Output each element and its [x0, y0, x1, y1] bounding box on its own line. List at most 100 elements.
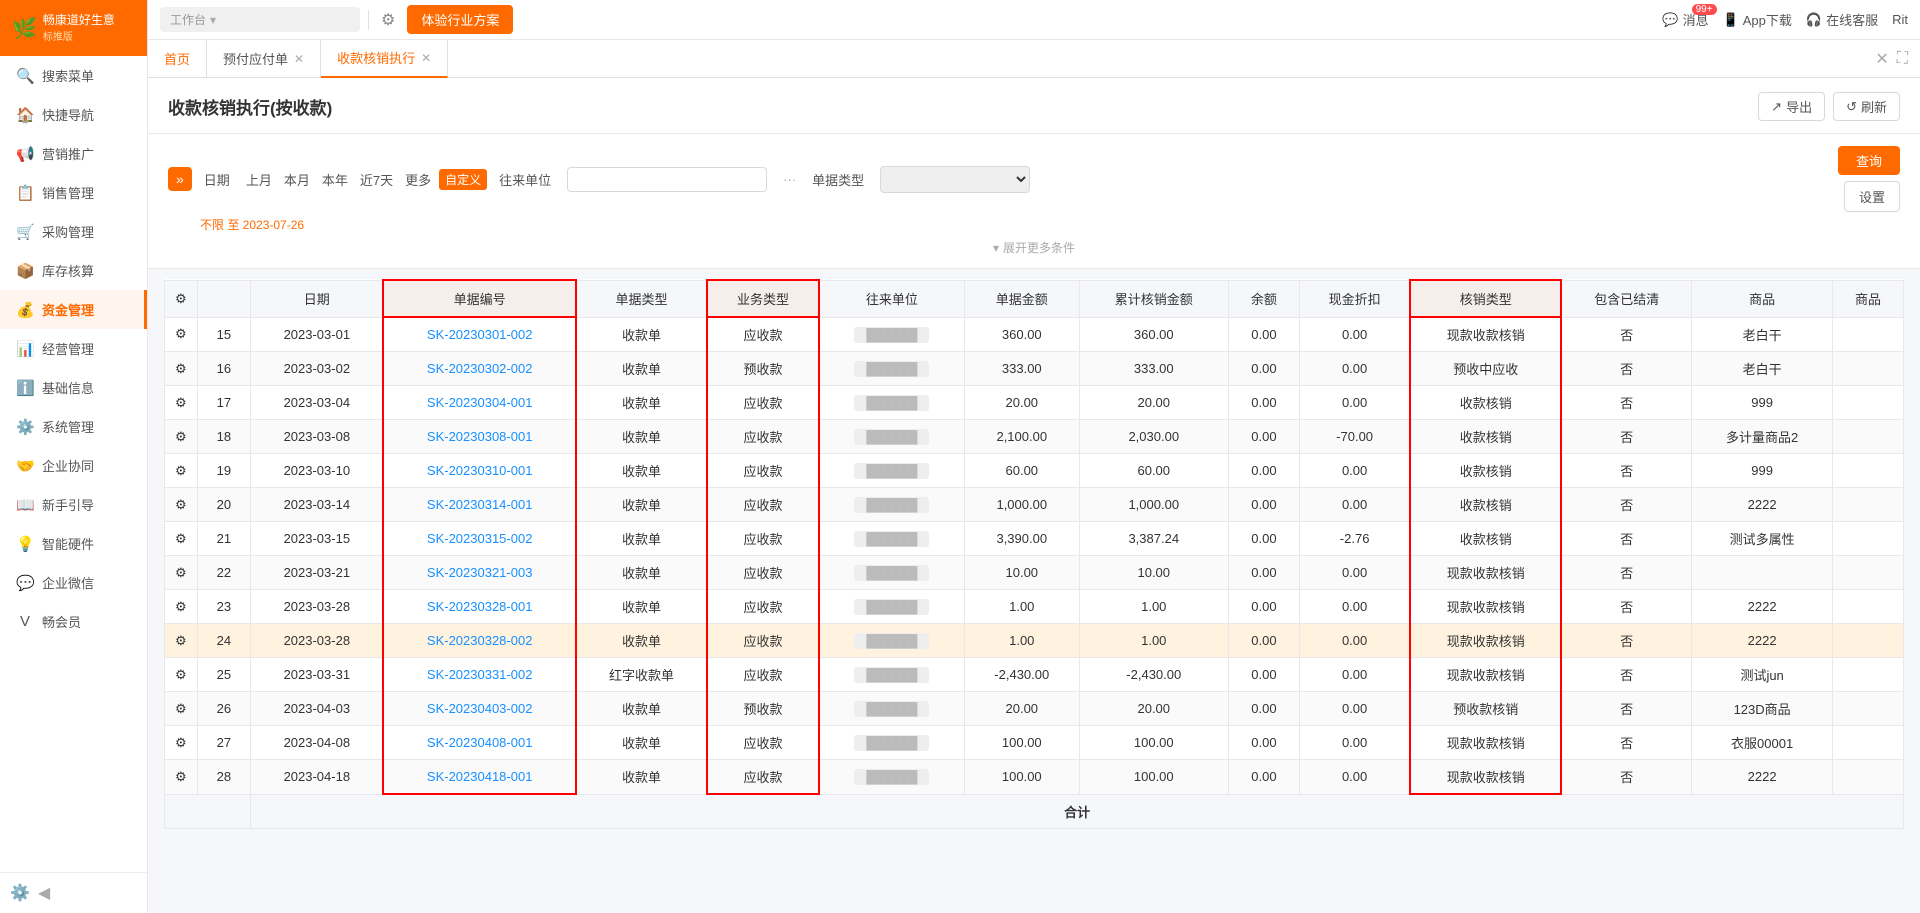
billno-cell[interactable]: SK-20230308-001 — [383, 420, 575, 454]
tab-close-prepay[interactable]: ✕ — [294, 52, 304, 66]
billno-cell[interactable]: SK-20230301-002 — [383, 317, 575, 352]
sidebar-item-member[interactable]: V畅会员 — [0, 602, 147, 641]
workspace-selector[interactable]: 工作台 ▾ — [160, 7, 360, 32]
sidebar-item-corp[interactable]: 🤝企业协同 — [0, 446, 147, 485]
table-row[interactable]: ⚙ 24 2023-03-28 SK-20230328-002 收款单 应收款 … — [165, 624, 1904, 658]
message-button[interactable]: 💬 消息 99+ — [1662, 10, 1708, 29]
billno-link[interactable]: SK-20230328-002 — [427, 633, 533, 648]
this-month-btn[interactable]: 本月 — [280, 168, 314, 191]
billno-cell[interactable]: SK-20230314-001 — [383, 488, 575, 522]
billno-cell[interactable]: SK-20230302-002 — [383, 352, 575, 386]
billno-link[interactable]: SK-20230314-001 — [427, 497, 533, 512]
counterpart-column-header[interactable]: 往来单位 — [819, 280, 965, 317]
billno-link[interactable]: SK-20230308-001 — [427, 429, 533, 444]
billno-link[interactable]: SK-20230403-002 — [427, 701, 533, 716]
table-row[interactable]: ⚙ 18 2023-03-08 SK-20230308-001 收款单 应收款 … — [165, 420, 1904, 454]
sidebar-item-basic[interactable]: ℹ️基础信息 — [0, 368, 147, 407]
billno-cell[interactable]: SK-20230328-002 — [383, 624, 575, 658]
sidebar-item-system[interactable]: ⚙️系统管理 — [0, 407, 147, 446]
tab-prepay[interactable]: 预付应付单✕ — [207, 40, 321, 78]
last-7-days-btn[interactable]: 近7天 — [356, 168, 397, 191]
sidebar-item-marketing[interactable]: 📢营销推广 — [0, 134, 147, 173]
billno-cell[interactable]: SK-20230315-002 — [383, 522, 575, 556]
sidebar-item-quicknav[interactable]: 🏠快捷导航 — [0, 95, 147, 134]
table-row[interactable]: ⚙ 20 2023-03-14 SK-20230314-001 收款单 应收款 … — [165, 488, 1904, 522]
table-row[interactable]: ⚙ 23 2023-03-28 SK-20230328-001 收款单 应收款 … — [165, 590, 1904, 624]
custom-date-btn[interactable]: 自定义 — [439, 169, 487, 190]
table-row[interactable]: ⚙ 28 2023-04-18 SK-20230418-001 收款单 应收款 … — [165, 760, 1904, 795]
product2-column-header[interactable]: 商品 — [1832, 280, 1903, 317]
gear-cell[interactable]: ⚙ — [165, 420, 198, 454]
table-row[interactable]: ⚙ 16 2023-03-02 SK-20230302-002 收款单 预收款 … — [165, 352, 1904, 386]
billno-link[interactable]: SK-20230328-001 — [427, 599, 533, 614]
sidebar-item-search[interactable]: 🔍搜索菜单 — [0, 56, 147, 95]
sidebar-item-hardware[interactable]: 💡智能硬件 — [0, 524, 147, 563]
app-download-button[interactable]: 📱 App下载 — [1723, 10, 1792, 29]
maximize-icon[interactable]: ⛶ — [1897, 50, 1908, 68]
gear-cell[interactable]: ⚙ — [165, 760, 198, 795]
date-column-header[interactable]: 日期 — [251, 280, 384, 317]
industry-solution-button[interactable]: 体验行业方案 — [407, 5, 513, 34]
table-row[interactable]: ⚙ 19 2023-03-10 SK-20230310-001 收款单 应收款 … — [165, 454, 1904, 488]
tab-collection[interactable]: 收款核销执行✕ — [321, 40, 448, 78]
billno-link[interactable]: SK-20230302-002 — [427, 361, 533, 376]
gear-cell[interactable]: ⚙ — [165, 556, 198, 590]
online-service-button[interactable]: 🎧 在线客服 — [1806, 10, 1878, 29]
billno-cell[interactable]: SK-20230310-001 — [383, 454, 575, 488]
table-row[interactable]: ⚙ 15 2023-03-01 SK-20230301-002 收款单 应收款 … — [165, 317, 1904, 352]
billno-column-header[interactable]: 单据编号 — [383, 280, 575, 317]
gear-cell[interactable]: ⚙ — [165, 624, 198, 658]
billno-link[interactable]: SK-20230408-001 — [427, 735, 533, 750]
filter-collapse-button[interactable]: » — [168, 167, 192, 191]
table-row[interactable]: ⚙ 26 2023-04-03 SK-20230403-002 收款单 预收款 … — [165, 692, 1904, 726]
more-date-btn[interactable]: 更多 — [401, 168, 435, 191]
billno-cell[interactable]: SK-20230304-001 — [383, 386, 575, 420]
query-button[interactable]: 查询 — [1838, 146, 1900, 175]
bill-type-select[interactable] — [880, 166, 1030, 193]
gear-cell[interactable]: ⚙ — [165, 658, 198, 692]
user-menu[interactable]: Rit — [1892, 12, 1908, 27]
billno-link[interactable]: SK-20230418-001 — [427, 769, 533, 784]
billno-cell[interactable]: SK-20230328-001 — [383, 590, 575, 624]
balance-column-header[interactable]: 余额 — [1228, 280, 1299, 317]
settings-icon[interactable]: ⚙️ — [10, 883, 30, 903]
billno-link[interactable]: SK-20230331-002 — [427, 667, 533, 682]
sidebar-item-guide[interactable]: 📖新手引导 — [0, 485, 147, 524]
counterpart-input[interactable] — [567, 167, 767, 192]
sidebar-item-operations[interactable]: 📊经营管理 — [0, 329, 147, 368]
gear-cell[interactable]: ⚙ — [165, 692, 198, 726]
billno-link[interactable]: SK-20230301-002 — [427, 327, 533, 342]
billno-cell[interactable]: SK-20230403-002 — [383, 692, 575, 726]
billno-cell[interactable]: SK-20230331-002 — [383, 658, 575, 692]
billamount-column-header[interactable]: 单据金额 — [964, 280, 1079, 317]
offsettype-column-header[interactable]: 核销类型 — [1410, 280, 1561, 317]
billno-cell[interactable]: SK-20230408-001 — [383, 726, 575, 760]
refresh-button[interactable]: ↺ 刷新 — [1833, 92, 1900, 121]
gear-cell[interactable]: ⚙ — [165, 590, 198, 624]
tab-home[interactable]: 首页 — [148, 40, 207, 78]
table-row[interactable]: ⚙ 17 2023-03-04 SK-20230304-001 收款单 应收款 … — [165, 386, 1904, 420]
billno-cell[interactable]: SK-20230321-003 — [383, 556, 575, 590]
gear-cell[interactable]: ⚙ — [165, 522, 198, 556]
billno-cell[interactable]: SK-20230418-001 — [383, 760, 575, 795]
billno-link[interactable]: SK-20230304-001 — [427, 395, 533, 410]
sidebar-item-finance[interactable]: 💰资金管理 — [0, 290, 147, 329]
gear-cell[interactable]: ⚙ — [165, 386, 198, 420]
table-container[interactable]: ⚙ 日期 单据编号 单据类型 业务类型 往来单位 单据金额 累计核销金额 余额 … — [164, 269, 1904, 829]
cumulative-column-header[interactable]: 累计核销金额 — [1079, 280, 1228, 317]
filter-settings-button[interactable]: 设置 — [1844, 181, 1900, 212]
gear-icon[interactable]: ⚙ — [377, 6, 399, 34]
billno-link[interactable]: SK-20230315-002 — [427, 531, 533, 546]
this-year-btn[interactable]: 本年 — [318, 168, 352, 191]
expand-more-button[interactable]: ▾ 展开更多条件 — [993, 239, 1075, 256]
sidebar-item-inventory[interactable]: 📦库存核算 — [0, 251, 147, 290]
gear-cell[interactable]: ⚙ — [165, 454, 198, 488]
gear-cell[interactable]: ⚙ — [165, 726, 198, 760]
table-row[interactable]: ⚙ 25 2023-03-31 SK-20230331-002 红字收款单 应收… — [165, 658, 1904, 692]
billtype-column-header[interactable]: 单据类型 — [576, 280, 707, 317]
close-window-icon[interactable]: ✕ — [1875, 49, 1888, 69]
tab-close-collection[interactable]: ✕ — [421, 51, 431, 65]
cashdiscount-column-header[interactable]: 现金折扣 — [1299, 280, 1410, 317]
gear-cell[interactable]: ⚙ — [165, 317, 198, 352]
billno-link[interactable]: SK-20230321-003 — [427, 565, 533, 580]
